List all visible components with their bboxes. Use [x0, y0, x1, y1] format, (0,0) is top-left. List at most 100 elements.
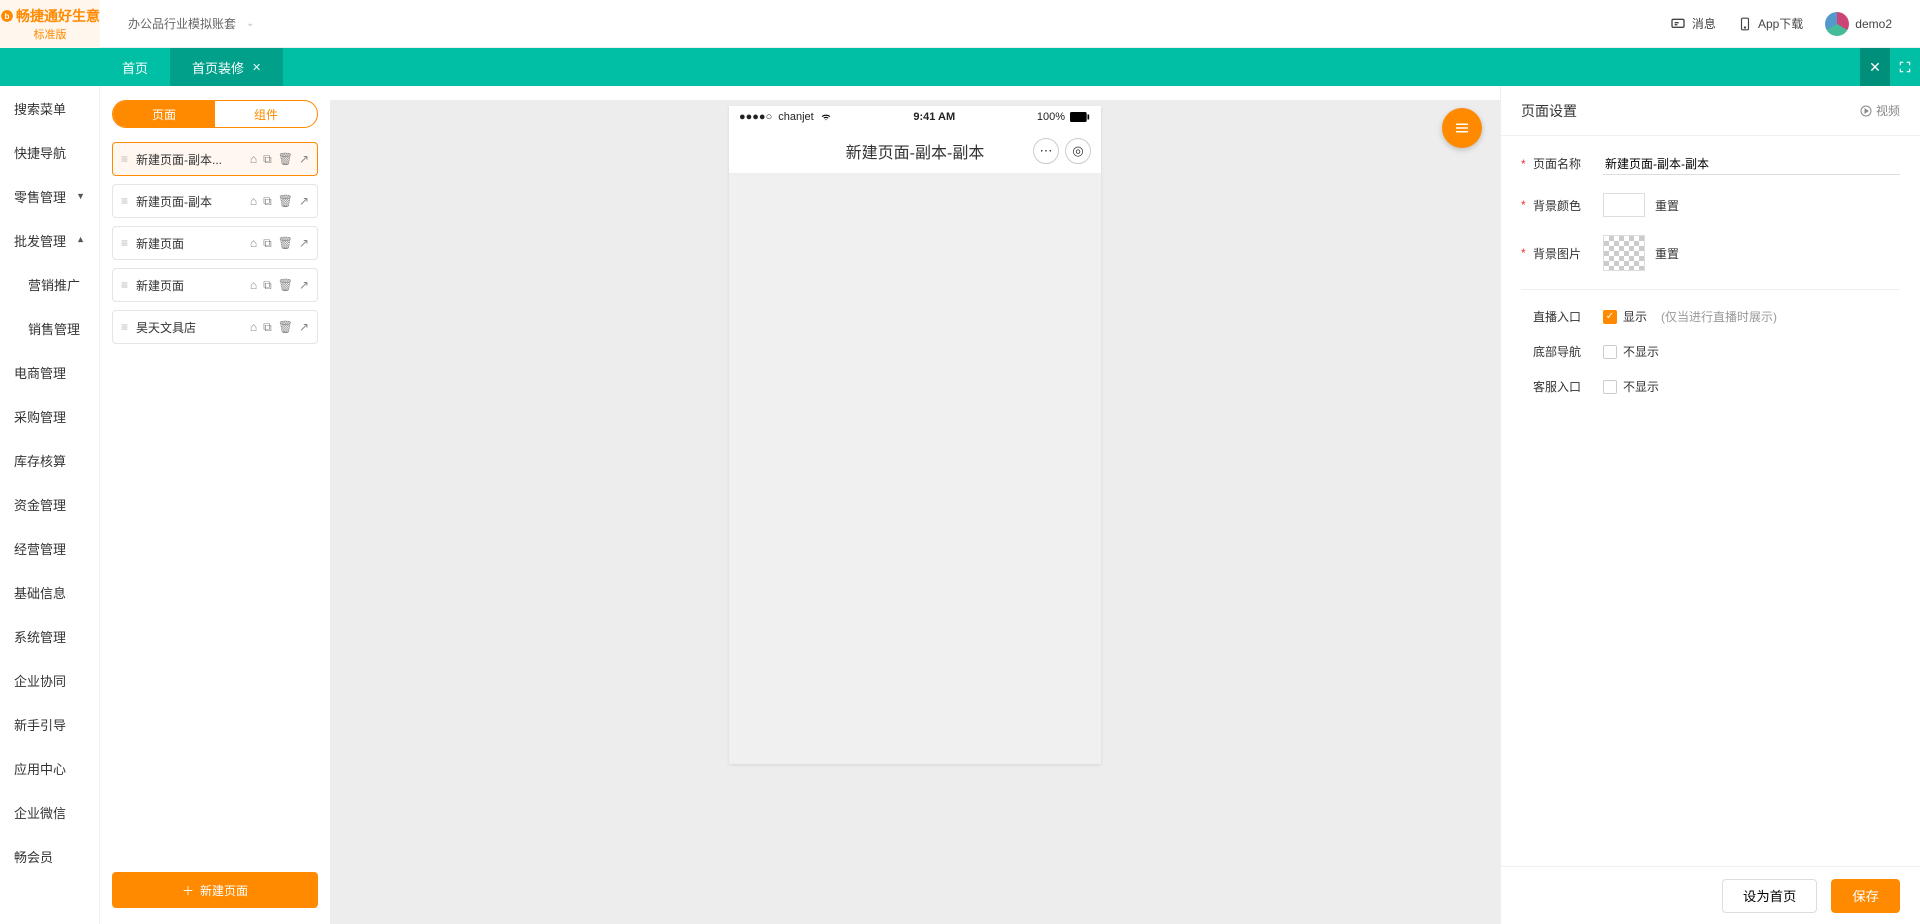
download-label: App下载 — [1758, 15, 1803, 32]
required-mark: * — [1521, 246, 1529, 260]
page-name: 昊天文具店 — [136, 319, 242, 336]
delete-icon[interactable]: 🗑 — [278, 236, 293, 251]
sidebar-item-purchase[interactable]: 采购管理 — [0, 394, 99, 438]
sidebar-label: 销售管理 — [28, 319, 80, 338]
account-selector[interactable]: 办公品行业模拟账套 ⌄ — [118, 9, 264, 38]
capsule-menu-icon[interactable]: ⋯ — [1033, 138, 1059, 164]
sidebar-item-inventory[interactable]: 库存核算 — [0, 438, 99, 482]
drag-icon[interactable]: ≡ — [121, 320, 128, 334]
sidebar-item-quicknav[interactable]: 快捷导航 — [0, 130, 99, 174]
share-icon[interactable]: ↗ — [299, 278, 309, 293]
close-icon[interactable]: ✕ — [252, 61, 261, 74]
wifi-icon — [820, 112, 832, 122]
share-icon[interactable]: ↗ — [299, 236, 309, 251]
settings-panel: 页面设置 视频 * 页面名称 * 背景颜色 重置 — [1500, 86, 1920, 924]
sidebar-label: 基础信息 — [14, 583, 66, 602]
sidebar-item-sales[interactable]: 销售管理 — [0, 306, 99, 350]
share-icon[interactable]: ↗ — [299, 194, 309, 209]
copy-icon[interactable]: ⧉ — [263, 278, 272, 293]
bgcolor-swatch[interactable] — [1603, 193, 1645, 217]
sidebar-item-member[interactable]: 畅会员 — [0, 834, 99, 878]
home-icon[interactable]: ⌂ — [250, 236, 257, 251]
carrier: chanjet — [778, 111, 813, 123]
bottomnav-checkbox[interactable]: 不显示 — [1603, 343, 1659, 360]
svg-text:b: b — [5, 11, 10, 20]
user-menu[interactable]: demo2 — [1825, 12, 1892, 36]
service-checkbox[interactable]: 不显示 — [1603, 378, 1659, 395]
logo-edition: 标准版 — [34, 26, 67, 42]
sidebar-item-search[interactable]: 搜索菜单 — [0, 86, 99, 130]
sidebar-label: 企业协同 — [14, 671, 66, 690]
sidebar-item-ecommerce[interactable]: 电商管理 — [0, 350, 99, 394]
sidebar-item-retail[interactable]: 零售管理▼ — [0, 174, 99, 218]
page-name-input[interactable] — [1603, 152, 1900, 175]
bgimg-swatch[interactable] — [1603, 235, 1645, 271]
sidebar-item-collab[interactable]: 企业协同 — [0, 658, 99, 702]
home-icon[interactable]: ⌂ — [250, 278, 257, 293]
service-checkbox-label: 不显示 — [1623, 378, 1659, 395]
copy-icon[interactable]: ⧉ — [263, 236, 272, 251]
video-link[interactable]: 视频 — [1860, 102, 1900, 119]
delete-icon[interactable]: 🗑 — [278, 278, 293, 293]
drag-icon[interactable]: ≡ — [121, 152, 128, 166]
copy-icon[interactable]: ⧉ — [263, 320, 272, 335]
main: 搜索菜单 快捷导航 零售管理▼ 批发管理▼ 营销推广 销售管理 电商管理 采购管… — [0, 86, 1920, 924]
home-icon[interactable]: ⌂ — [250, 320, 257, 335]
segment-page[interactable]: 页面 — [113, 101, 215, 127]
chevron-down-icon: ⌄ — [246, 18, 254, 29]
bgcolor-reset[interactable]: 重置 — [1655, 197, 1679, 214]
sidebar-item-wecom[interactable]: 企业微信 — [0, 790, 99, 834]
copy-icon[interactable]: ⧉ — [263, 194, 272, 209]
save-button[interactable]: 保存 — [1831, 879, 1900, 913]
drag-icon[interactable]: ≡ — [121, 236, 128, 250]
phone-body[interactable] — [729, 174, 1101, 764]
sidebar-item-marketing[interactable]: 营销推广 — [0, 262, 99, 306]
new-page-button[interactable]: ＋ 新建页面 — [112, 872, 318, 908]
sidebar-label: 企业微信 — [14, 803, 66, 822]
delete-icon[interactable]: 🗑 — [278, 194, 293, 209]
sidebar-label: 营销推广 — [28, 275, 80, 294]
page-name: 新建页面-副本... — [136, 151, 242, 168]
segment-component[interactable]: 组件 — [215, 101, 317, 127]
copy-icon[interactable]: ⧉ — [263, 152, 272, 167]
sidebar-label: 库存核算 — [14, 451, 66, 470]
tab-home[interactable]: 首页 — [100, 48, 170, 86]
delete-icon[interactable]: 🗑 — [278, 152, 293, 167]
app-download-button[interactable]: App下载 — [1738, 15, 1803, 32]
page-list-item[interactable]: ≡ 新建页面 ⌂⧉🗑↗ — [112, 226, 318, 260]
page-list-item[interactable]: ≡ 昊天文具店 ⌂ ⧉ 🗑 ↗ — [112, 310, 318, 344]
drag-icon[interactable]: ≡ — [121, 194, 128, 208]
live-checkbox[interactable]: ✓ 显示 — [1603, 308, 1647, 325]
page-list-item[interactable]: ≡ 新建页面-副本... ⌂ ⧉ 🗑 ↗ — [112, 142, 318, 176]
sidebar-item-wholesale[interactable]: 批发管理▼ — [0, 218, 99, 262]
sidebar-item-apps[interactable]: 应用中心 — [0, 746, 99, 790]
field-label-service: 客服入口 — [1533, 378, 1603, 395]
page-list-item[interactable]: ≡ 新建页面-副本 ⌂⧉🗑↗ — [112, 184, 318, 218]
fullscreen-button[interactable] — [1890, 48, 1920, 86]
settings-header: 页面设置 视频 — [1501, 86, 1920, 136]
drag-icon[interactable]: ≡ — [121, 278, 128, 292]
tab-close-button[interactable]: ✕ — [1860, 48, 1890, 86]
sidebar-item-funds[interactable]: 资金管理 — [0, 482, 99, 526]
messages-button[interactable]: 消息 — [1670, 15, 1716, 32]
bgimg-reset[interactable]: 重置 — [1655, 245, 1679, 262]
tab-decor[interactable]: 首页装修 ✕ — [170, 48, 283, 86]
required-mark: * — [1521, 198, 1529, 212]
menu-fab[interactable] — [1442, 108, 1482, 148]
home-icon[interactable]: ⌂ — [250, 152, 257, 167]
logo[interactable]: b 畅捷通好生意 标准版 — [0, 0, 100, 48]
home-icon[interactable]: ⌂ — [250, 194, 257, 209]
sidebar-item-system[interactable]: 系统管理 — [0, 614, 99, 658]
share-icon[interactable]: ↗ — [299, 320, 309, 335]
share-icon[interactable]: ↗ — [299, 152, 309, 167]
set-home-button[interactable]: 设为首页 — [1722, 879, 1817, 913]
sidebar-item-basic[interactable]: 基础信息 — [0, 570, 99, 614]
tab-decor-label: 首页装修 — [192, 58, 244, 77]
page-list-item[interactable]: ≡ 新建页面 ⌂⧉🗑↗ — [112, 268, 318, 302]
delete-icon[interactable]: 🗑 — [278, 320, 293, 335]
sidebar-item-guide[interactable]: 新手引导 — [0, 702, 99, 746]
sidebar: 搜索菜单 快捷导航 零售管理▼ 批发管理▼ 营销推广 销售管理 电商管理 采购管… — [0, 86, 100, 924]
sidebar-item-operation[interactable]: 经营管理 — [0, 526, 99, 570]
triangle-down-icon: ▼ — [76, 191, 85, 201]
capsule-target-icon[interactable]: ◎ — [1065, 138, 1091, 164]
